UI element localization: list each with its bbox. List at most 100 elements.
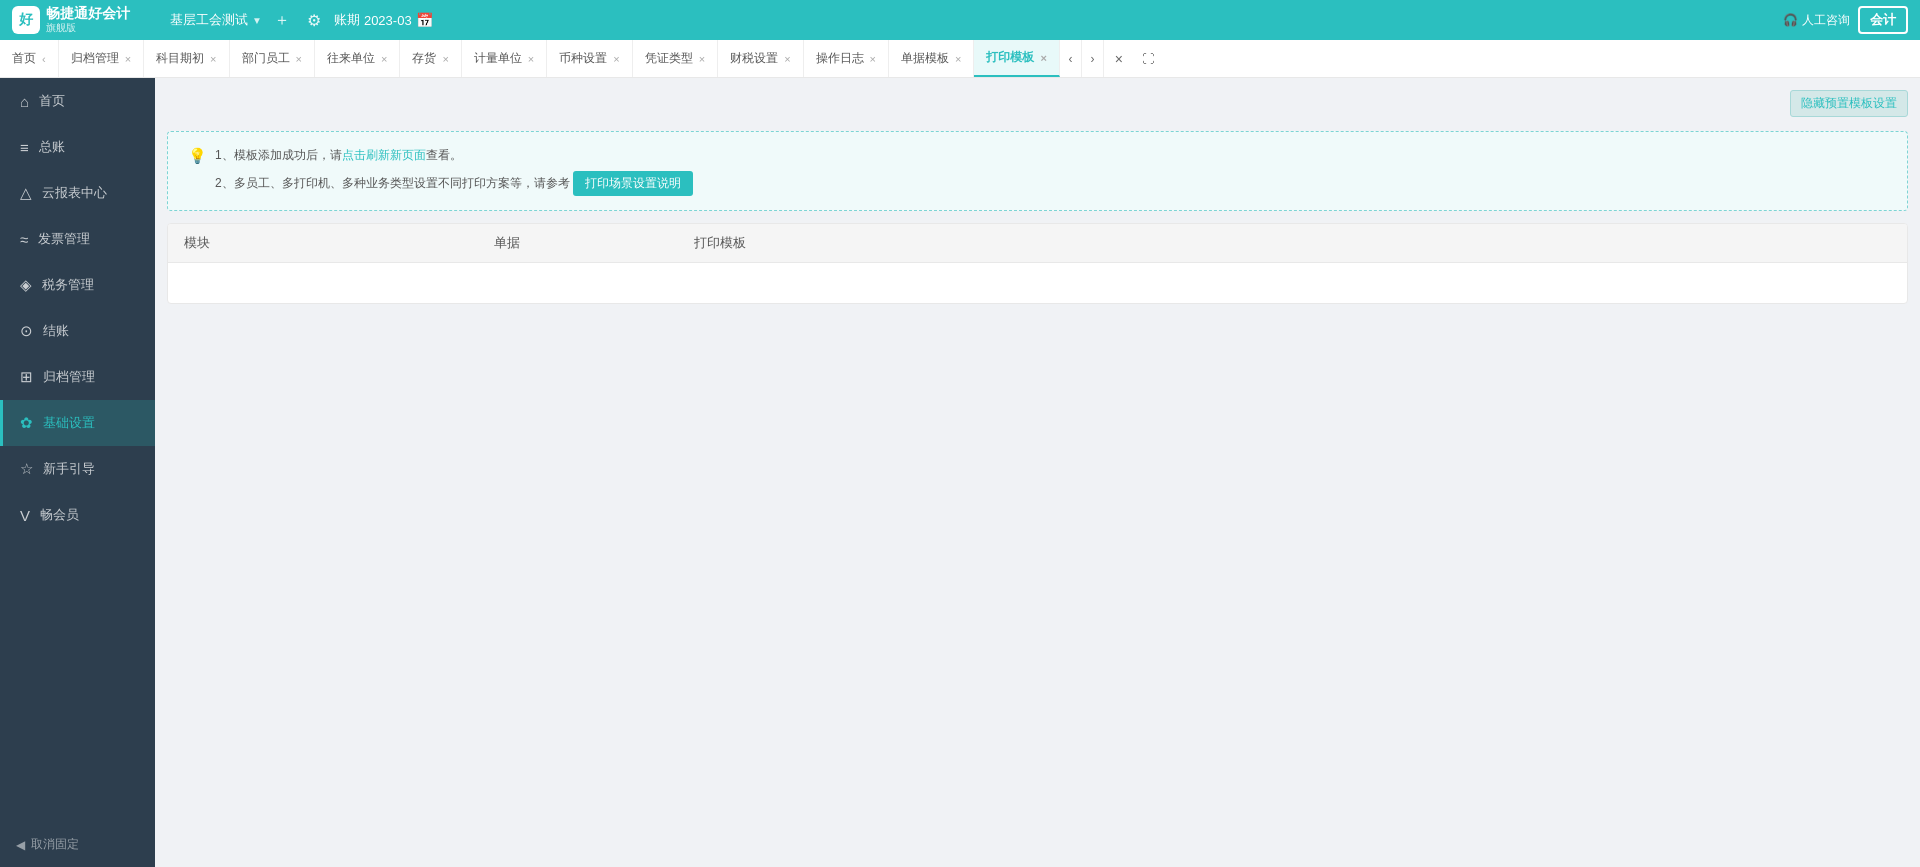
sidebar-item-settings[interactable]: ✿ 基础设置 xyxy=(0,400,155,446)
tab-voucher[interactable]: 凭证类型 × xyxy=(633,40,718,77)
tax-icon: ◈ xyxy=(20,276,32,294)
cancel-fixed-label: 取消固定 xyxy=(31,836,79,853)
app-name: 畅捷通好会计 旗舰版 xyxy=(46,5,130,36)
sidebar-item-tax-label: 税务管理 xyxy=(42,276,94,294)
cancel-fixed-icon: ◀ xyxy=(16,838,25,852)
tab-subject[interactable]: 科目期初 × xyxy=(144,40,229,77)
tab-customer-close[interactable]: × xyxy=(381,53,387,65)
tab-currency-close[interactable]: × xyxy=(613,53,619,65)
period-info: 账期 2023-03 📅 xyxy=(334,11,433,29)
tab-prev-button[interactable]: ‹ xyxy=(1060,40,1082,77)
tab-inventory-close[interactable]: × xyxy=(442,53,448,65)
tab-oplog-label: 操作日志 xyxy=(816,50,864,67)
tab-home[interactable]: 首页 ‹ xyxy=(0,40,59,77)
tab-voucher-close[interactable]: × xyxy=(699,53,705,65)
tab-dept-close[interactable]: × xyxy=(296,53,302,65)
tab-inventory-label: 存货 xyxy=(412,50,436,67)
col-single-header: 单据 xyxy=(478,224,678,262)
tab-customer[interactable]: 往来单位 × xyxy=(315,40,400,77)
sidebar-item-archive-label: 归档管理 xyxy=(43,368,95,386)
service-button[interactable]: 🎧 人工咨询 xyxy=(1783,12,1850,29)
top-header: 好 畅捷通好会计 旗舰版 基层工会测试 ▼ ＋ ⚙ 账期 2023-03 📅 🎧… xyxy=(0,0,1920,40)
tab-customer-label: 往来单位 xyxy=(327,50,375,67)
sidebar-item-ledger-label: 总账 xyxy=(39,138,65,156)
tab-taxset[interactable]: 财税设置 × xyxy=(718,40,803,77)
calendar-icon[interactable]: 📅 xyxy=(416,12,433,28)
tab-taxset-label: 财税设置 xyxy=(730,50,778,67)
sidebar-item-tax[interactable]: ◈ 税务管理 xyxy=(0,262,155,308)
sidebar-item-report-label: 云报表中心 xyxy=(42,184,107,202)
tab-unit-label: 计量单位 xyxy=(474,50,522,67)
tab-bar: 首页 ‹ 归档管理 × 科目期初 × 部门员工 × 往来单位 × 存货 × 计量… xyxy=(0,40,1920,78)
guide-icon: ☆ xyxy=(20,460,33,478)
sidebar-item-ledger[interactable]: ≡ 总账 xyxy=(0,124,155,170)
tab-unit[interactable]: 计量单位 × xyxy=(462,40,547,77)
cancel-fixed-button[interactable]: ◀ 取消固定 xyxy=(0,822,155,867)
tab-voucher-label: 凭证类型 xyxy=(645,50,693,67)
sidebar-item-report[interactable]: △ 云报表中心 xyxy=(0,170,155,216)
main-layout: ⌂ 首页 ≡ 总账 △ 云报表中心 ≈ 发票管理 ◈ 税务管理 ⊙ 结账 ⊞ 归… xyxy=(0,78,1920,867)
tab-oplog[interactable]: 操作日志 × xyxy=(804,40,889,77)
company-dropdown-icon: ▼ xyxy=(252,15,262,26)
tab-archive[interactable]: 归档管理 × xyxy=(59,40,144,77)
sidebar-item-close[interactable]: ⊙ 结账 xyxy=(0,308,155,354)
tab-singletemplate-label: 单据模板 xyxy=(901,50,949,67)
sidebar-item-settings-label: 基础设置 xyxy=(43,414,95,432)
notice-row-1: 💡 1、模板添加成功后，请点击刷新新页面查看。 xyxy=(188,146,1887,165)
sidebar-item-close-label: 结账 xyxy=(43,322,69,340)
tab-inventory[interactable]: 存货 × xyxy=(400,40,461,77)
bulb-icon: 💡 xyxy=(188,147,207,165)
tab-archive-label: 归档管理 xyxy=(71,50,119,67)
content-area: 隐藏预置模板设置 💡 1、模板添加成功后，请点击刷新新页面查看。 💡 2、多员工… xyxy=(155,78,1920,867)
home-icon: ⌂ xyxy=(20,93,29,110)
top-right-actions: 隐藏预置模板设置 xyxy=(167,90,1908,125)
tab-home-back-icon[interactable]: ‹ xyxy=(42,53,46,65)
tab-singletemplate-close[interactable]: × xyxy=(955,53,961,65)
logo-area: 好 畅捷通好会计 旗舰版 xyxy=(12,5,160,36)
tab-dept[interactable]: 部门员工 × xyxy=(230,40,315,77)
col-template-header: 打印模板 xyxy=(678,224,1907,262)
app-logo-icon: 好 xyxy=(12,6,40,34)
tab-printtemplate-label: 打印模板 xyxy=(986,49,1034,66)
tab-printtemplate[interactable]: 打印模板 × xyxy=(974,40,1059,77)
add-button[interactable]: ＋ xyxy=(270,8,294,32)
header-right: 🎧 人工咨询 会计 xyxy=(1783,6,1908,34)
sidebar-item-invoice[interactable]: ≈ 发票管理 xyxy=(0,216,155,262)
sidebar-item-member-label: 畅会员 xyxy=(40,506,79,524)
kuaiji-button[interactable]: 会计 xyxy=(1858,6,1908,34)
sidebar-item-member[interactable]: V 畅会员 xyxy=(0,492,155,538)
company-name[interactable]: 基层工会测试 ▼ xyxy=(170,11,262,29)
report-icon: △ xyxy=(20,184,32,202)
notice-text-2: 2、多员工、多打印机、多种业务类型设置不同打印方案等，请参考 打印场景设置说明 xyxy=(215,171,693,196)
hide-template-button[interactable]: 隐藏预置模板设置 xyxy=(1790,90,1908,117)
sidebar-item-home[interactable]: ⌂ 首页 xyxy=(0,78,155,124)
col-module-header: 模块 xyxy=(168,224,478,262)
setting-button[interactable]: ⚙ xyxy=(302,8,326,32)
tab-oplog-close[interactable]: × xyxy=(870,53,876,65)
tab-next-button[interactable]: › xyxy=(1082,40,1104,77)
sidebar-item-guide[interactable]: ☆ 新手引导 xyxy=(0,446,155,492)
notice-text-1: 1、模板添加成功后，请点击刷新新页面查看。 xyxy=(215,146,462,165)
notice-row-2: 💡 2、多员工、多打印机、多种业务类型设置不同打印方案等，请参考 打印场景设置说… xyxy=(188,171,1887,196)
table-body xyxy=(168,263,1907,303)
tab-close-all-button[interactable]: × xyxy=(1104,40,1134,77)
tab-subject-close[interactable]: × xyxy=(210,53,216,65)
archive-icon: ⊞ xyxy=(20,368,33,386)
ledger-icon: ≡ xyxy=(20,139,29,156)
tab-taxset-close[interactable]: × xyxy=(784,53,790,65)
print-scene-button[interactable]: 打印场景设置说明 xyxy=(573,171,693,196)
tab-unit-close[interactable]: × xyxy=(528,53,534,65)
notice-refresh-link[interactable]: 点击刷新新页面 xyxy=(342,148,426,162)
member-icon: V xyxy=(20,507,30,524)
settings-icon: ✿ xyxy=(20,414,33,432)
tab-singletemplate[interactable]: 单据模板 × xyxy=(889,40,974,77)
sidebar-item-home-label: 首页 xyxy=(39,92,65,110)
tab-subject-label: 科目期初 xyxy=(156,50,204,67)
tab-printtemplate-close[interactable]: × xyxy=(1040,52,1046,64)
tab-currency[interactable]: 币种设置 × xyxy=(547,40,632,77)
tab-expand-button[interactable]: ⛶ xyxy=(1134,40,1162,77)
header-middle: 基层工会测试 ▼ ＋ ⚙ 账期 2023-03 📅 xyxy=(170,8,1773,32)
tab-archive-close[interactable]: × xyxy=(125,53,131,65)
tab-dept-label: 部门员工 xyxy=(242,50,290,67)
sidebar-item-archive[interactable]: ⊞ 归档管理 xyxy=(0,354,155,400)
